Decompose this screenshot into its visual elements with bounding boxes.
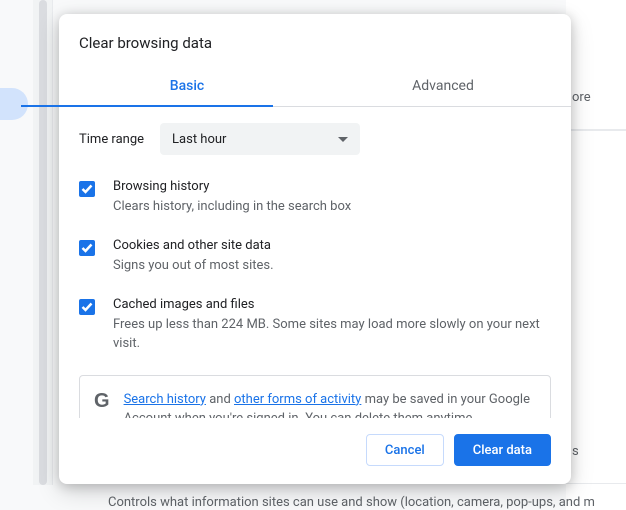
option-text: Cookies and other site data Signs you ou…: [113, 238, 274, 275]
cancel-button[interactable]: Cancel: [366, 434, 444, 466]
tab-bar: Basic Advanced: [59, 68, 571, 107]
option-cookies: Cookies and other site data Signs you ou…: [79, 238, 551, 275]
option-desc: Clears history, including in the search …: [113, 198, 351, 216]
clear-browsing-data-dialog: Clear browsing data Basic Advanced Time …: [59, 14, 571, 484]
link-other-activity[interactable]: other forms of activity: [234, 392, 361, 407]
clear-data-button-label: Clear data: [473, 443, 532, 458]
background-right-divider: [566, 130, 626, 131]
tab-advanced-label: Advanced: [412, 78, 474, 94]
clear-data-button[interactable]: Clear data: [454, 434, 551, 466]
option-title: Browsing history: [113, 179, 351, 194]
time-range-select[interactable]: Last hour: [160, 123, 360, 155]
option-desc: Signs you out of most sites.: [113, 257, 274, 275]
option-title: Cached images and files: [113, 297, 551, 312]
chevron-down-icon: [338, 132, 348, 147]
tab-basic[interactable]: Basic: [59, 68, 315, 106]
infobox-text: Search history and other forms of activi…: [124, 390, 536, 418]
background-row-s-text: s: [572, 444, 579, 459]
dialog-body: Time range Last hour Browsing history Cl…: [59, 107, 571, 418]
link-search-history[interactable]: Search history: [124, 392, 206, 407]
background-scrollbar-thumb[interactable]: [39, 0, 47, 485]
google-g-icon: G: [94, 390, 110, 411]
checkbox-browsing-history[interactable]: [79, 181, 95, 197]
option-browsing-history: Browsing history Clears history, includi…: [79, 179, 551, 216]
option-text: Browsing history Clears history, includi…: [113, 179, 351, 216]
time-range-label: Time range: [79, 132, 144, 147]
cancel-button-label: Cancel: [385, 443, 425, 458]
option-desc: Frees up less than 224 MB. Some sites ma…: [113, 316, 551, 352]
google-account-infobox: G Search history and other forms of acti…: [79, 375, 551, 418]
option-text: Cached images and files Frees up less th…: [113, 297, 551, 352]
checkbox-cached[interactable]: [79, 299, 95, 315]
dialog-footer: Cancel Clear data: [59, 418, 571, 484]
dialog-title: Clear browsing data: [59, 14, 571, 64]
checkbox-cookies[interactable]: [79, 240, 95, 256]
option-title: Cookies and other site data: [113, 238, 274, 253]
background-row-more: ore: [566, 66, 626, 130]
background-bottom-text: Controls what information sites can use …: [60, 493, 626, 510]
option-cached: Cached images and files Frees up less th…: [79, 297, 551, 352]
tab-advanced[interactable]: Advanced: [315, 68, 571, 106]
time-range-row: Time range Last hour: [79, 123, 551, 155]
time-range-value: Last hour: [172, 132, 226, 147]
tab-basic-label: Basic: [170, 78, 204, 94]
infobox-text-mid: and: [206, 392, 234, 407]
background-nav-pill: [0, 88, 28, 120]
background-row-more-text: ore: [572, 90, 591, 105]
background-row-s: s: [566, 420, 626, 484]
